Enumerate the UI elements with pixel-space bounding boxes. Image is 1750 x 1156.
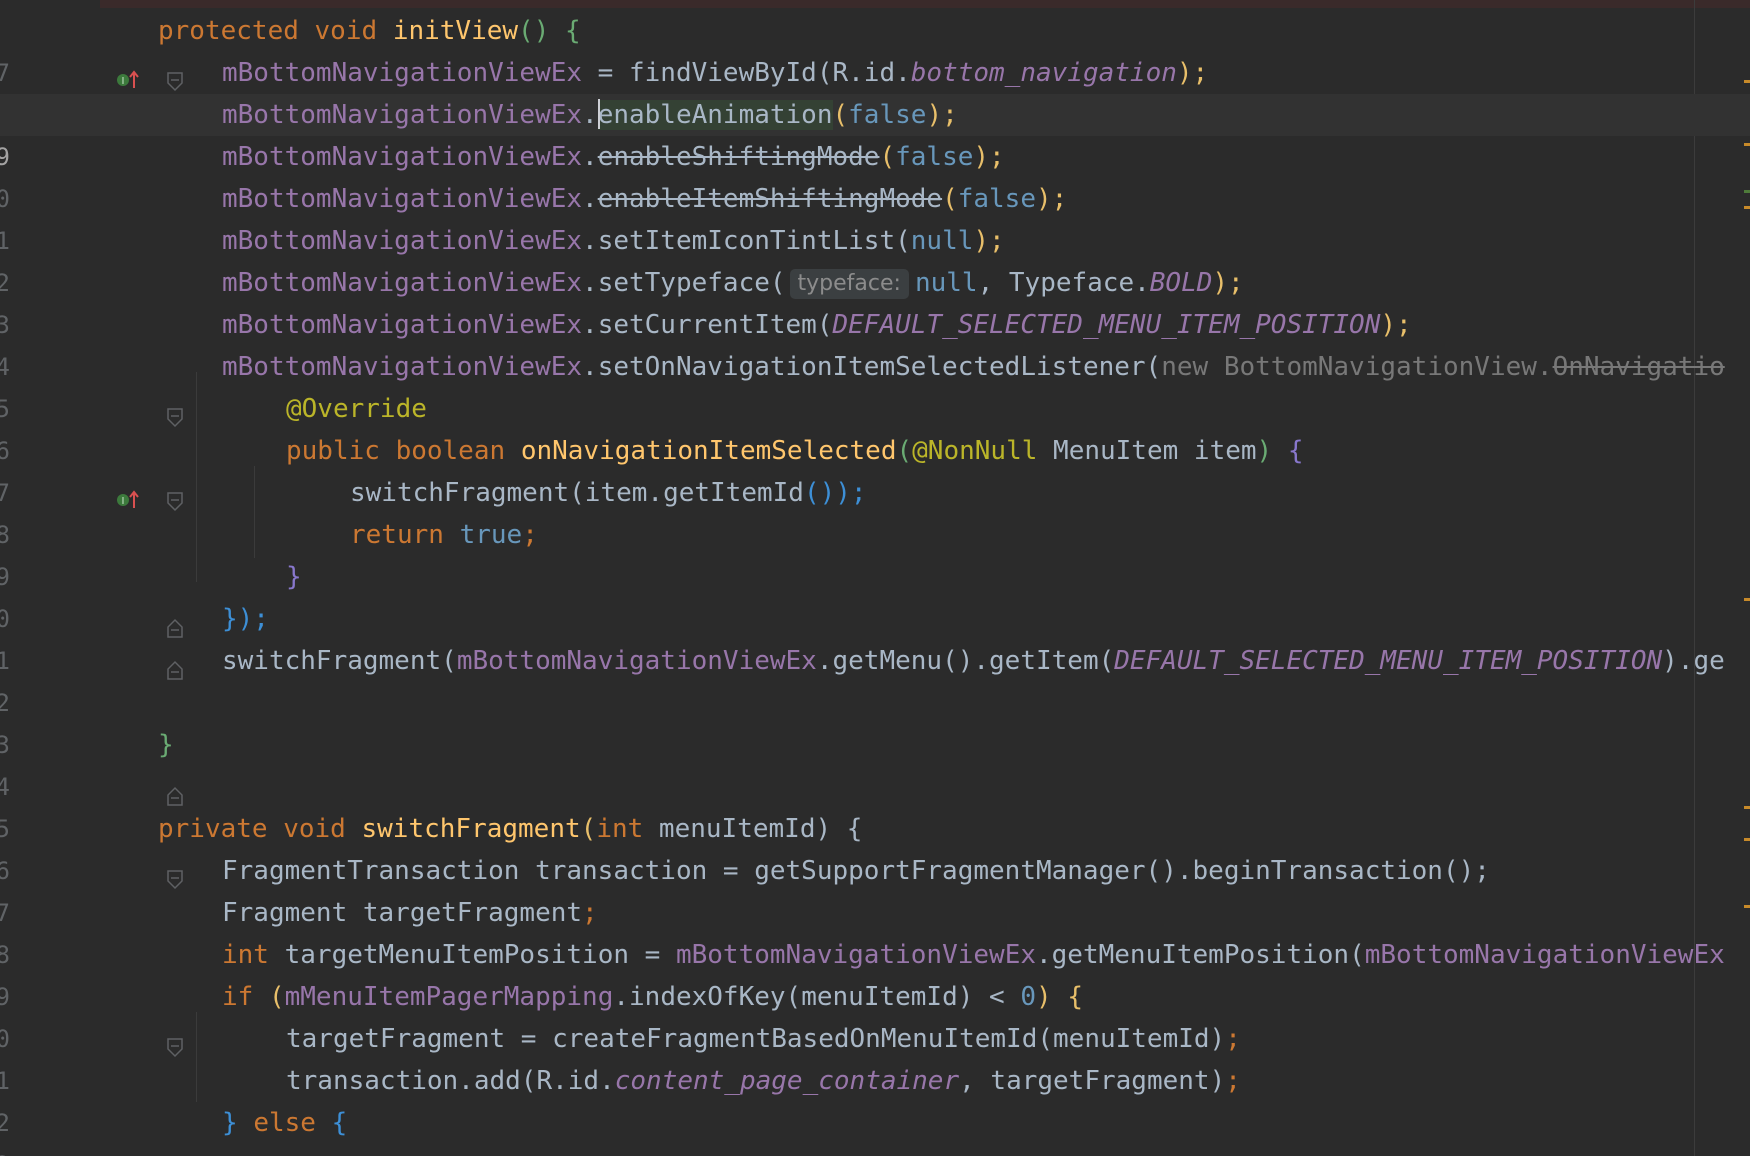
code-text[interactable]: mBottomNavigationViewEx.enableAnimation(… — [222, 94, 958, 136]
code-line: 1 }); — [0, 598, 1750, 680]
parameter-hint: typeface: — [789, 269, 909, 299]
code-line-current: 9 mBottomNavigationViewEx.enableAnimatio… — [0, 94, 1750, 171]
code-text[interactable]: } else { — [222, 1102, 347, 1144]
code-text[interactable]: @Override — [286, 388, 427, 430]
code-text[interactable]: mBottomNavigationViewEx.enableItemShifti… — [222, 178, 1067, 220]
code-text[interactable]: targetFragment = createFragmentBasedOnMe… — [286, 1018, 1241, 1060]
code-text[interactable]: } — [158, 724, 174, 766]
code-line: 4 } — [0, 724, 1750, 806]
code-line: 4 mBottomNavigationViewEx.setCurrentItem… — [0, 304, 1750, 381]
code-text[interactable]: protected void initView() { — [158, 10, 581, 52]
fold-end-icon[interactable] — [73, 567, 183, 638]
fold-marker-icon[interactable] — [73, 819, 183, 890]
code-text[interactable]: switchFragment(item.getItemId()); — [350, 472, 867, 514]
code-line: 3 mBottomNavigationViewEx.setTypeface(ty… — [0, 262, 1750, 339]
code-text[interactable]: mBottomNavigationViewEx.setTypeface(type… — [222, 262, 1244, 304]
fold-marker-icon[interactable] — [73, 441, 183, 512]
code-text[interactable]: return true; — [350, 514, 538, 556]
code-line: 3 } else { — [0, 1102, 1750, 1156]
fold-marker-icon[interactable] — [73, 1113, 89, 1133]
code-text[interactable]: Fragment targetFragment; — [222, 892, 598, 934]
code-text[interactable]: if (mMenuItemPagerMapping.indexOfKey(men… — [222, 976, 1083, 1018]
code-line: 0 mBottomNavigationViewEx.enableShifting… — [0, 136, 1750, 213]
override-gutter-icon[interactable]: I — [22, 440, 139, 508]
fold-end-icon[interactable] — [73, 609, 183, 680]
code-text[interactable]: mBottomNavigationViewEx.setOnNavigationI… — [222, 346, 1725, 388]
code-line: 2 mBottomNavigationViewEx.setItemIconTin… — [0, 220, 1750, 297]
code-line: 2 switchFragment(mBottomNavigationViewEx… — [0, 640, 1750, 717]
code-text[interactable]: }); — [222, 598, 269, 640]
code-line: 5 mBottomNavigationViewEx.setOnNavigatio… — [0, 346, 1750, 428]
code-line: 0 } — [0, 556, 1750, 638]
fold-marker-icon[interactable] — [73, 357, 183, 428]
code-text[interactable]: } — [286, 556, 302, 598]
code-line: 6 @Override — [0, 388, 1750, 465]
code-text[interactable]: transaction.add(R.id.content_page_contai… — [286, 1060, 1241, 1102]
line-number: 3 — [0, 1144, 10, 1156]
fold-end-icon[interactable] — [73, 735, 183, 806]
code-text[interactable]: mBottomNavigationViewEx = findViewById(R… — [222, 52, 1208, 94]
code-text[interactable]: public boolean onNavigationItemSelected(… — [286, 430, 1304, 472]
code-line: 3 — [0, 682, 1750, 759]
fold-marker-icon[interactable] — [73, 987, 183, 1058]
code-line: 2 transaction.add(R.id.content_page_cont… — [0, 1060, 1750, 1137]
code-text[interactable]: int targetMenuItemPosition = mBottomNavi… — [222, 934, 1725, 976]
code-line: 9 return true; — [0, 514, 1750, 591]
code-line: 1 targetFragment = createFragmentBasedOn… — [0, 1018, 1750, 1095]
code-text[interactable]: private void switchFragment(int menuItem… — [158, 808, 862, 850]
fold-marker-icon[interactable] — [73, 21, 183, 92]
code-line: 7 I public boolean onNavigationItemSelec… — [0, 430, 1750, 512]
code-line: 8 mBottomNavigationViewEx = findViewById… — [0, 52, 1750, 129]
code-line: 8 switchFragment(item.getItemId()); — [0, 472, 1750, 549]
code-text[interactable]: FragmentTransaction transaction = getSup… — [222, 850, 1490, 892]
code-line: 0 if (mMenuItemPagerMapping.indexOfKey(m… — [0, 976, 1750, 1058]
code-line: 7 I protected void initView() { — [0, 10, 1750, 92]
code-line: 7 FragmentTransaction transaction = getS… — [0, 850, 1750, 927]
code-line: 6 private void switchFragment(int menuIt… — [0, 808, 1750, 890]
code-text[interactable]: switchFragment(mBottomNavigationViewEx.g… — [222, 640, 1725, 682]
code-line: 5 — [0, 766, 1750, 843]
editor-top-border — [0, 0, 1750, 8]
code-editor[interactable]: 7 I protected void initView() { 8 mBotto… — [0, 0, 1750, 1156]
code-text[interactable]: mBottomNavigationViewEx.setCurrentItem(D… — [222, 304, 1412, 346]
code-text[interactable]: mBottomNavigationViewEx.enableShiftingMo… — [222, 136, 1005, 178]
text-caret — [597, 98, 600, 129]
override-gutter-icon[interactable]: I — [22, 20, 139, 88]
code-line: 8 Fragment targetFragment; — [0, 892, 1750, 969]
code-line: 9 int targetMenuItemPosition = mBottomNa… — [0, 934, 1750, 1011]
code-text[interactable]: mBottomNavigationViewEx.setItemIconTintL… — [222, 220, 1005, 262]
code-line: 1 mBottomNavigationViewEx.enableItemShif… — [0, 178, 1750, 255]
